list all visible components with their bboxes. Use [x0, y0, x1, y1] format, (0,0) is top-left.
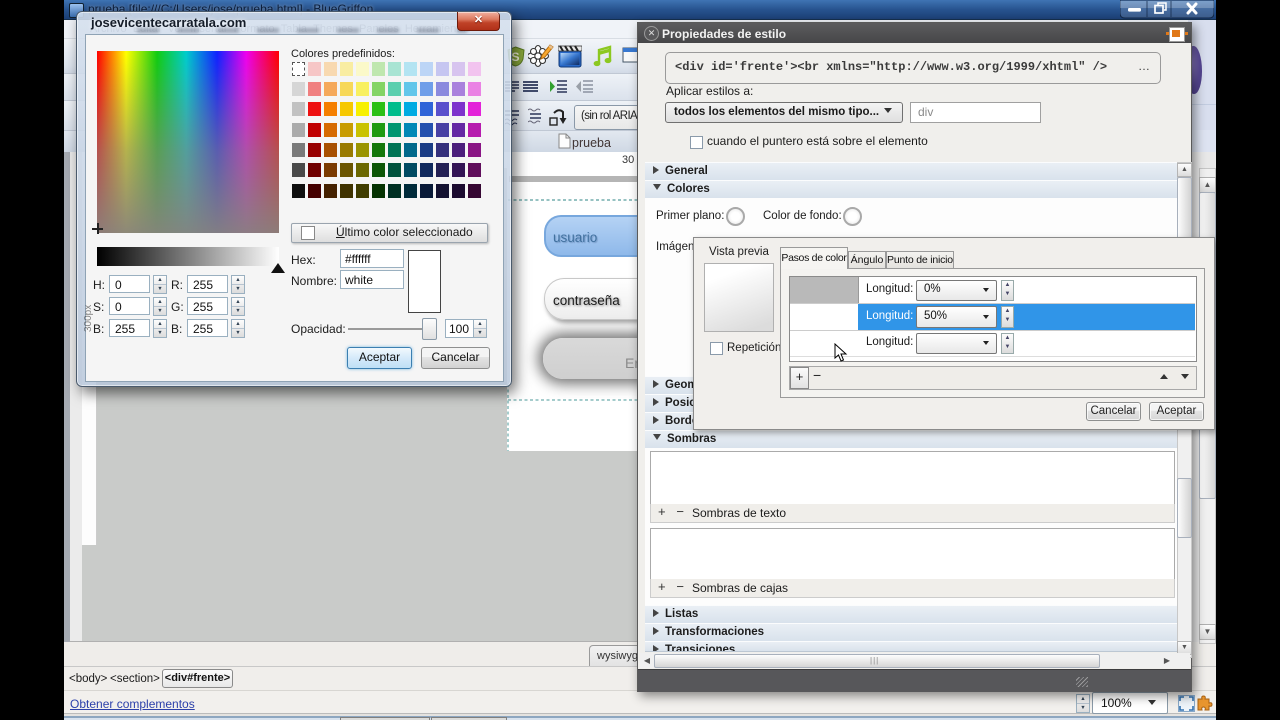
svg-text:S: S — [511, 50, 519, 64]
